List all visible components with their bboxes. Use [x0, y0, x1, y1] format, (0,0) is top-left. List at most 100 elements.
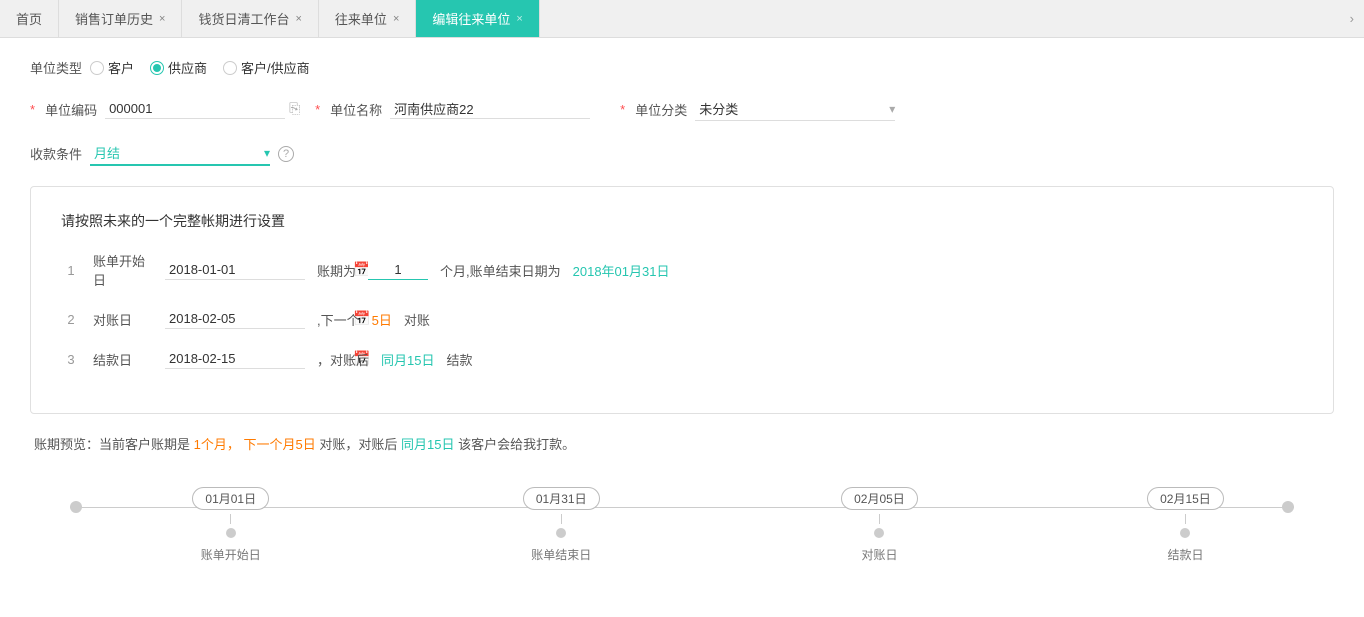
tabs-more-button[interactable]: ›: [1340, 0, 1364, 37]
row-1-name: 账单开始日: [93, 251, 153, 289]
tab-edit-partner[interactable]: 编辑往来单位 ×: [416, 0, 539, 37]
row-3-num: 3: [61, 352, 81, 367]
row-1-desc-suffix: 个月,账单结束日期为: [440, 261, 561, 280]
timeline-point-4-dot: [1180, 528, 1190, 538]
settings-panel: 请按照未来的一个完整帐期进行设置 1 账单开始日 📅 账期为 个月,账单结束日期…: [30, 186, 1334, 414]
payment-terms-field: 收款条件 月结 ▾ ?: [30, 141, 294, 166]
preview-period: 1个月，: [194, 437, 240, 452]
unit-category-field: * 单位分类 未分类 ▾: [620, 97, 895, 121]
unit-code-field: * 单位编码 ⎘: [30, 99, 285, 119]
tab-sales-order-close[interactable]: ×: [159, 13, 165, 25]
tab-sales-order-label: 销售订单历史: [75, 9, 153, 28]
unit-type-row: 单位类型 客户 供应商 客户/供应商: [30, 58, 1334, 77]
payment-terms-help-icon[interactable]: ?: [278, 146, 294, 162]
unit-type-field: 单位类型 客户 供应商 客户/供应商: [30, 58, 310, 77]
tab-cash-work-close[interactable]: ×: [295, 13, 301, 25]
timeline-point-3-label: 02月05日: [841, 487, 918, 510]
tab-cash-work-label: 钱货日清工作台: [198, 9, 289, 28]
unit-name-label: 单位名称: [330, 100, 382, 119]
tab-cash-work[interactable]: 钱货日清工作台 ×: [182, 0, 318, 37]
payment-terms-arrow-icon: ▾: [264, 146, 270, 160]
unit-type-radio-group: 客户 供应商 客户/供应商: [90, 58, 310, 77]
copy-icon[interactable]: ⎘: [289, 100, 300, 117]
radio-customer-label: 客户: [108, 58, 134, 77]
timeline-right-dot: [1282, 501, 1294, 513]
row-2-desc-prefix: ,下一个: [317, 310, 360, 329]
unit-name-input[interactable]: [390, 99, 590, 119]
settings-row-1: 1 账单开始日 📅 账期为 个月,账单结束日期为 2018年01月31日: [61, 251, 1303, 289]
timeline-point-2-label: 01月31日: [523, 487, 600, 510]
panel-title: 请按照未来的一个完整帐期进行设置: [61, 211, 1303, 231]
timeline-point-2-dot: [556, 528, 566, 538]
timeline-point-1-sublabel: 账单开始日: [201, 546, 261, 563]
timeline-point-4-sublabel: 结款日: [1167, 546, 1203, 563]
tabs-bar: 首页 销售订单历史 × 钱货日清工作台 × 往来单位 × 编辑往来单位 × ›: [0, 0, 1364, 38]
unit-code-input[interactable]: [105, 99, 289, 118]
tab-sales-order[interactable]: 销售订单历史 ×: [59, 0, 182, 37]
timeline-point-3-stem: [879, 514, 880, 524]
settings-row-3: 3 结款日 📅 ，对账后 同月15日 结款: [61, 349, 1303, 369]
row-1-end-date: 2018年01月31日: [573, 261, 670, 280]
preview-end: 该客户会给我打款。: [458, 437, 575, 452]
timeline-point-1-stem: [230, 514, 231, 524]
row-2-desc-suffix: 对账: [404, 310, 430, 329]
timeline: 01月01日 账单开始日 01月31日 账单结束日 02月05日 对账日: [30, 477, 1334, 597]
unit-code-label: 单位编码: [45, 100, 97, 119]
timeline-point-4: 02月15日 结款日: [1147, 487, 1224, 563]
tab-partner-units-close[interactable]: ×: [393, 13, 399, 25]
radio-both[interactable]: 客户/供应商: [223, 58, 310, 77]
timeline-point-1: 01月01日 账单开始日: [192, 487, 269, 563]
tab-edit-partner-close[interactable]: ×: [516, 13, 522, 25]
unit-info-row: * 单位编码 ⎘ * 单位名称 * 单位分类 未分类 ▾: [30, 97, 1334, 121]
payment-terms-label: 收款条件: [30, 144, 82, 163]
timeline-left-endpoint: [70, 501, 82, 513]
unit-code-input-wrapper: ⎘: [105, 99, 285, 119]
preview-label: 账期预览：当前客户账期是: [34, 437, 190, 452]
preview-section: 账期预览：当前客户账期是 1个月， 下一个月5日 对账，对账后 同月15日 该客…: [30, 434, 1334, 453]
row-1-desc-prefix: 账期为: [317, 261, 356, 280]
radio-customer[interactable]: 客户: [90, 58, 134, 77]
unit-category-label: 单位分类: [635, 100, 687, 119]
radio-both-circle: [223, 61, 237, 75]
payment-terms-value: 月结: [90, 141, 264, 164]
row-2-name: 对账日: [93, 310, 153, 329]
timeline-point-4-stem: [1185, 514, 1186, 524]
radio-supplier-circle: [150, 61, 164, 75]
unit-name-field: * 单位名称: [315, 99, 590, 119]
tab-partner-units-label: 往来单位: [335, 9, 387, 28]
row-1-date-input: 📅: [165, 260, 305, 280]
row-3-desc-prefix: ，对账后: [317, 350, 369, 369]
unit-code-star: *: [30, 102, 35, 117]
unit-category-arrow-icon: ▾: [889, 102, 895, 116]
timeline-point-2-stem: [561, 514, 562, 524]
row-2-highlight: 5日: [372, 310, 392, 329]
radio-supplier[interactable]: 供应商: [150, 58, 207, 77]
unit-name-star: *: [315, 102, 320, 117]
row-1-num: 1: [61, 263, 81, 278]
tab-partner-units[interactable]: 往来单位 ×: [319, 0, 416, 37]
row-3-desc-suffix: 结款: [446, 350, 472, 369]
preview-mid: 对账，对账后: [319, 437, 397, 452]
radio-both-label: 客户/供应商: [241, 58, 310, 77]
row-2-num: 2: [61, 312, 81, 327]
timeline-point-2-sublabel: 账单结束日: [531, 546, 591, 563]
row-1-months-input[interactable]: [368, 260, 428, 280]
radio-supplier-label: 供应商: [168, 58, 207, 77]
radio-customer-circle: [90, 61, 104, 75]
row-3-highlight: 同月15日: [381, 350, 434, 369]
payment-terms-row: 收款条件 月结 ▾ ?: [30, 141, 1334, 166]
tab-home[interactable]: 首页: [0, 0, 59, 37]
timeline-point-3-dot: [874, 528, 884, 538]
preview-check: 下一个月5日: [244, 437, 316, 452]
unit-type-label: 单位类型: [30, 58, 82, 77]
row-2-date-input: 📅: [165, 309, 305, 329]
preview-payment: 同月15日: [401, 437, 454, 452]
timeline-point-4-label: 02月15日: [1147, 487, 1224, 510]
page-content: 单位类型 客户 供应商 客户/供应商 * 单位编码: [0, 38, 1364, 617]
tab-edit-partner-label: 编辑往来单位: [432, 9, 510, 28]
unit-category-star: *: [620, 102, 625, 117]
unit-category-select[interactable]: 未分类 ▾: [695, 97, 895, 121]
payment-terms-select[interactable]: 月结 ▾: [90, 141, 270, 166]
timeline-right-endpoint: [1282, 501, 1294, 513]
tab-home-label: 首页: [16, 9, 42, 28]
